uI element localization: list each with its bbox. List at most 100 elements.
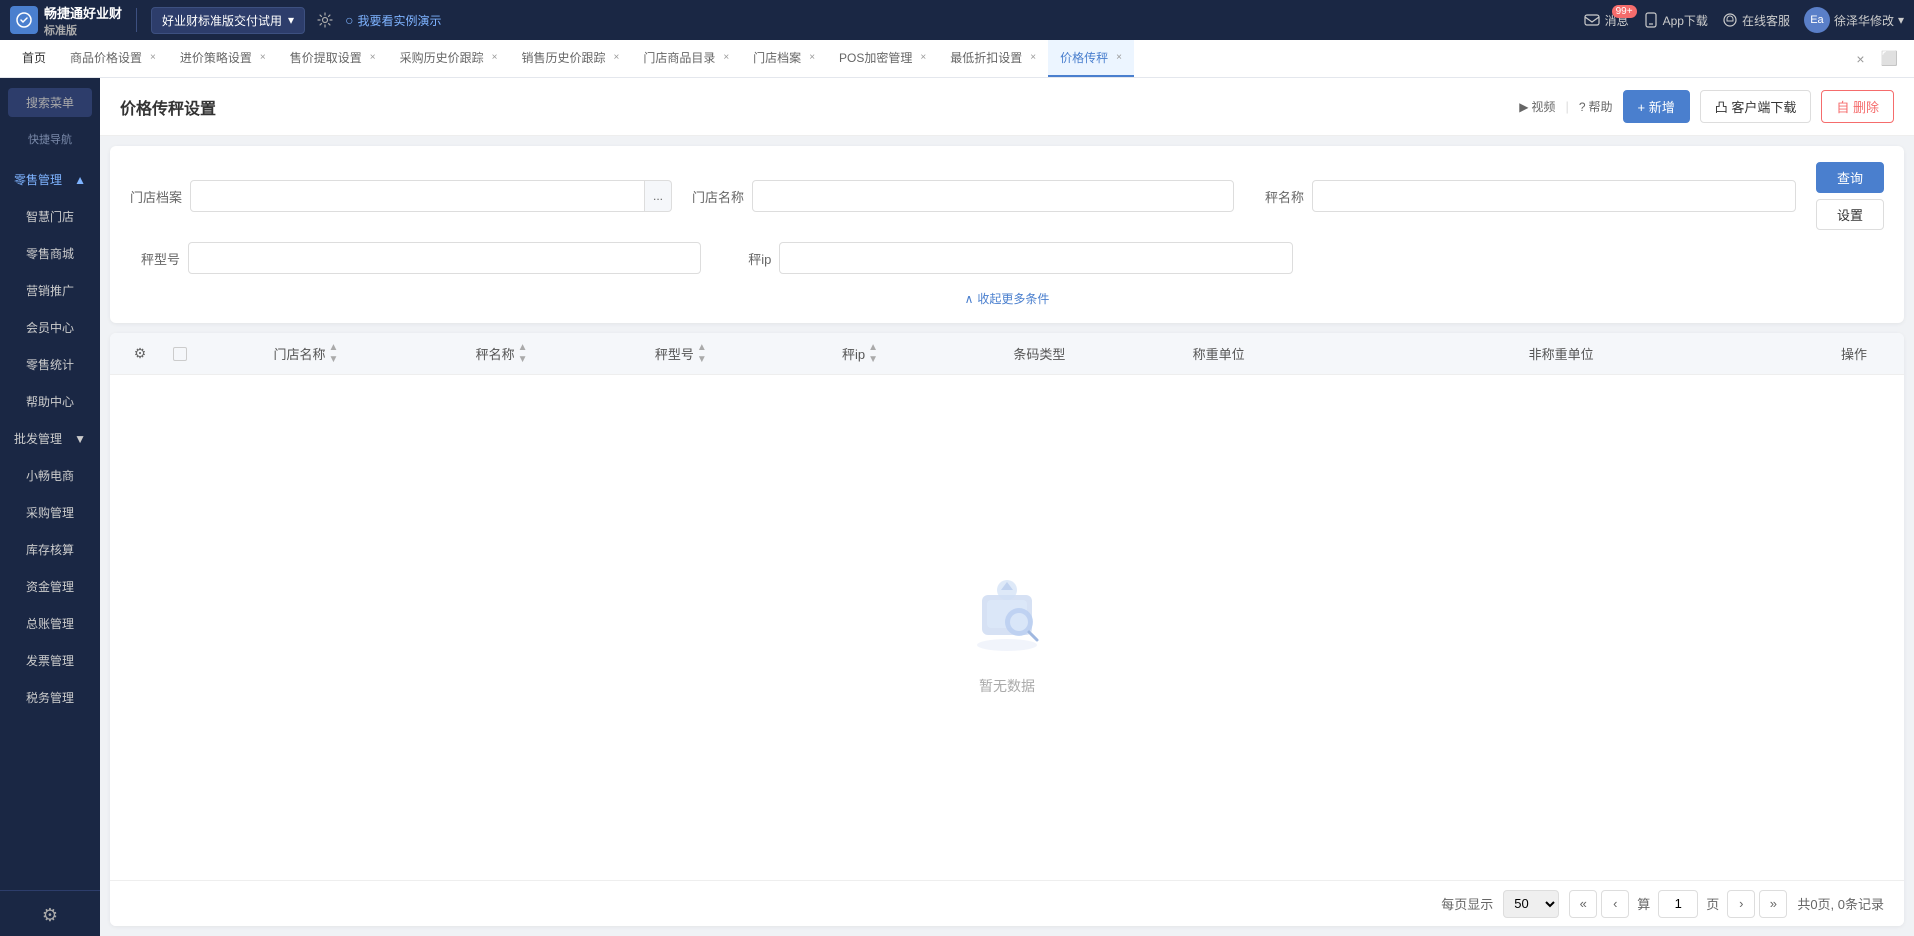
column-settings-icon[interactable]: ⚙ bbox=[134, 345, 147, 362]
tab-store-catalog[interactable]: 门店商品目录 × bbox=[631, 40, 741, 77]
sidebar-item-help[interactable]: 帮助中心 bbox=[0, 383, 100, 420]
sidebar-item-inventory[interactable]: 库存核算 bbox=[0, 531, 100, 568]
download-button[interactable]: 凸 客户端下载 bbox=[1700, 90, 1812, 123]
sidebar-item-retail[interactable]: 零售管理 ▲ bbox=[0, 161, 100, 198]
page-input[interactable] bbox=[1658, 890, 1698, 918]
th-checkbox[interactable] bbox=[160, 347, 200, 361]
collapse-button[interactable]: ∧ 收起更多条件 bbox=[965, 290, 1050, 307]
sort-model-icon[interactable]: ▲▼ bbox=[697, 342, 707, 365]
scale-model-input[interactable] bbox=[188, 242, 701, 274]
last-page-button[interactable]: » bbox=[1759, 890, 1787, 918]
sidebar-search: 搜索菜单 bbox=[0, 78, 100, 127]
sidebar-item-marketing[interactable]: 营销推广 bbox=[0, 272, 100, 309]
sidebar-item-invoice[interactable]: 发票管理 bbox=[0, 642, 100, 679]
store-file-more-btn[interactable]: ... bbox=[645, 180, 672, 212]
page-size-label: 每页显示 bbox=[1441, 894, 1493, 913]
close-tab-store-catalog[interactable]: × bbox=[723, 52, 729, 63]
store-name-input[interactable] bbox=[752, 180, 1234, 212]
chevron-down-icon: ▾ bbox=[288, 13, 294, 27]
sort-scale-icon[interactable]: ▲▼ bbox=[518, 342, 528, 365]
tab-home[interactable]: 首页 bbox=[10, 40, 58, 77]
settings-button[interactable] bbox=[313, 8, 337, 32]
sidebar-item-wisdom-store[interactable]: 智慧门店 bbox=[0, 198, 100, 235]
logo-area: 畅捷通好业财 标准版 bbox=[10, 3, 122, 38]
store-file-input[interactable] bbox=[190, 180, 645, 212]
close-tab-action[interactable]: × bbox=[1850, 49, 1870, 69]
th-weight-unit: 称重单位 bbox=[1129, 344, 1308, 363]
collapse-row: ∧ 收起更多条件 bbox=[130, 286, 1884, 307]
th-non-weight-unit: 非称重单位 bbox=[1308, 344, 1814, 363]
delete-button[interactable]: 自 删除 bbox=[1821, 90, 1894, 123]
scale-model-field: 秤型号 bbox=[130, 242, 701, 274]
tab-purchase-history[interactable]: 采购历史价跟踪 × bbox=[388, 40, 510, 77]
scale-name-input[interactable] bbox=[1312, 180, 1796, 212]
close-tab-price-setting[interactable]: × bbox=[150, 52, 156, 63]
sidebar-item-wholesale[interactable]: 批发管理 ▼ bbox=[0, 420, 100, 457]
prev-page-button[interactable]: ‹ bbox=[1601, 890, 1629, 918]
query-button[interactable]: 查询 bbox=[1816, 162, 1884, 193]
query-buttons: 查询 设置 bbox=[1816, 162, 1884, 230]
sidebar-item-retail-stats[interactable]: 零售统计 bbox=[0, 346, 100, 383]
th-scale-ip: 秤ip ▲▼ bbox=[770, 342, 949, 365]
scale-ip-field: 秤ip bbox=[721, 242, 1292, 274]
tab-purchase-strategy[interactable]: 进价策略设置 × bbox=[168, 40, 278, 77]
sidebar-item-tax[interactable]: 税务管理 bbox=[0, 679, 100, 716]
demo-link[interactable]: ○ 我要看实例演示 bbox=[345, 12, 441, 29]
close-tab-min-discount[interactable]: × bbox=[1030, 52, 1036, 63]
close-tab-pos-management[interactable]: × bbox=[920, 52, 926, 63]
page-unit: 页 bbox=[1702, 894, 1723, 913]
first-page-button[interactable]: « bbox=[1569, 890, 1597, 918]
search-menu-button[interactable]: 搜索菜单 bbox=[8, 88, 92, 117]
tab-price-scale[interactable]: 价格传秤 × bbox=[1048, 40, 1134, 77]
app-download-button[interactable]: App下载 bbox=[1643, 12, 1708, 29]
sort-ip-icon[interactable]: ▲▼ bbox=[868, 342, 878, 365]
expand-tab-action[interactable]: ⬜ bbox=[1875, 48, 1904, 69]
sidebar-item-purchase[interactable]: 采购管理 bbox=[0, 494, 100, 531]
th-settings[interactable]: ⚙ bbox=[120, 345, 160, 362]
close-tab-price-scale[interactable]: × bbox=[1116, 52, 1122, 63]
tab-sale-price[interactable]: 售价提取设置 × bbox=[278, 40, 388, 77]
close-tab-purchase-history[interactable]: × bbox=[492, 52, 498, 63]
sidebar-item-retail-mall[interactable]: 零售商城 bbox=[0, 235, 100, 272]
tab-min-discount[interactable]: 最低折扣设置 × bbox=[938, 40, 1048, 77]
th-barcode-type: 条码类型 bbox=[950, 344, 1129, 363]
total-info: 共0页, 0条记录 bbox=[1797, 894, 1884, 913]
set-button[interactable]: 设置 bbox=[1816, 199, 1884, 230]
sidebar-item-ledger[interactable]: 总账管理 bbox=[0, 605, 100, 642]
online-service-button[interactable]: 在线客服 bbox=[1722, 12, 1790, 29]
page-size-select[interactable]: 50 10 20 100 bbox=[1503, 890, 1559, 918]
tab-bar: 首页 商品价格设置 × 进价策略设置 × 售价提取设置 × 采购历史价跟踪 × … bbox=[0, 40, 1914, 78]
next-page-button[interactable]: › bbox=[1727, 890, 1755, 918]
tab-price-setting[interactable]: 商品价格设置 × bbox=[58, 40, 168, 77]
sidebar-item-member[interactable]: 会员中心 bbox=[0, 309, 100, 346]
user-menu[interactable]: Ea 徐泽华修改 ▾ bbox=[1804, 7, 1904, 33]
logo-icon bbox=[10, 6, 38, 34]
help-link[interactable]: ? 帮助 bbox=[1579, 98, 1613, 115]
close-tab-sale-history[interactable]: × bbox=[613, 52, 619, 63]
tab-sale-history[interactable]: 销售历史价跟踪 × bbox=[509, 40, 631, 77]
top-bar: 畅捷通好业财 标准版 好业财标准版交付试用 ▾ ○ 我要看实例演示 消息 bbox=[0, 0, 1914, 40]
video-link[interactable]: ▶ 视频 bbox=[1519, 98, 1555, 115]
message-button[interactable]: 消息 99+ bbox=[1583, 11, 1629, 29]
tab-store-file[interactable]: 门店档案 × bbox=[741, 40, 827, 77]
th-scale-model: 秤型号 ▲▼ bbox=[591, 342, 770, 365]
close-tab-sale-price[interactable]: × bbox=[370, 52, 376, 63]
sidebar-item-finance[interactable]: 资金管理 bbox=[0, 568, 100, 605]
tab-pos-management[interactable]: POS加密管理 × bbox=[827, 40, 938, 77]
close-tab-purchase-strategy[interactable]: × bbox=[260, 52, 266, 63]
sidebar-item-ecommerce[interactable]: 小畅电商 bbox=[0, 457, 100, 494]
sort-store-icon[interactable]: ▲▼ bbox=[329, 342, 339, 365]
th-scale-name: 秤名称 ▲▼ bbox=[412, 342, 591, 365]
empty-illustration bbox=[957, 560, 1057, 660]
top-bar-right: 消息 99+ App下载 在线客服 Ea 徐泽华修改 ▾ bbox=[1583, 7, 1904, 33]
table-body: 暂无数据 bbox=[110, 375, 1904, 880]
close-tab-store-file[interactable]: × bbox=[809, 52, 815, 63]
scale-ip-input[interactable] bbox=[779, 242, 1292, 274]
add-button[interactable]: + 新增 bbox=[1623, 90, 1690, 123]
th-store-name: 门店名称 ▲▼ bbox=[200, 342, 412, 365]
sidebar-settings-button[interactable]: ⚙ bbox=[42, 905, 58, 926]
chevron-up-icon: ▲ bbox=[74, 173, 86, 187]
page-label: 算 bbox=[1633, 894, 1654, 913]
select-all-checkbox[interactable] bbox=[173, 347, 187, 361]
edition-select[interactable]: 好业财标准版交付试用 ▾ bbox=[151, 7, 305, 34]
